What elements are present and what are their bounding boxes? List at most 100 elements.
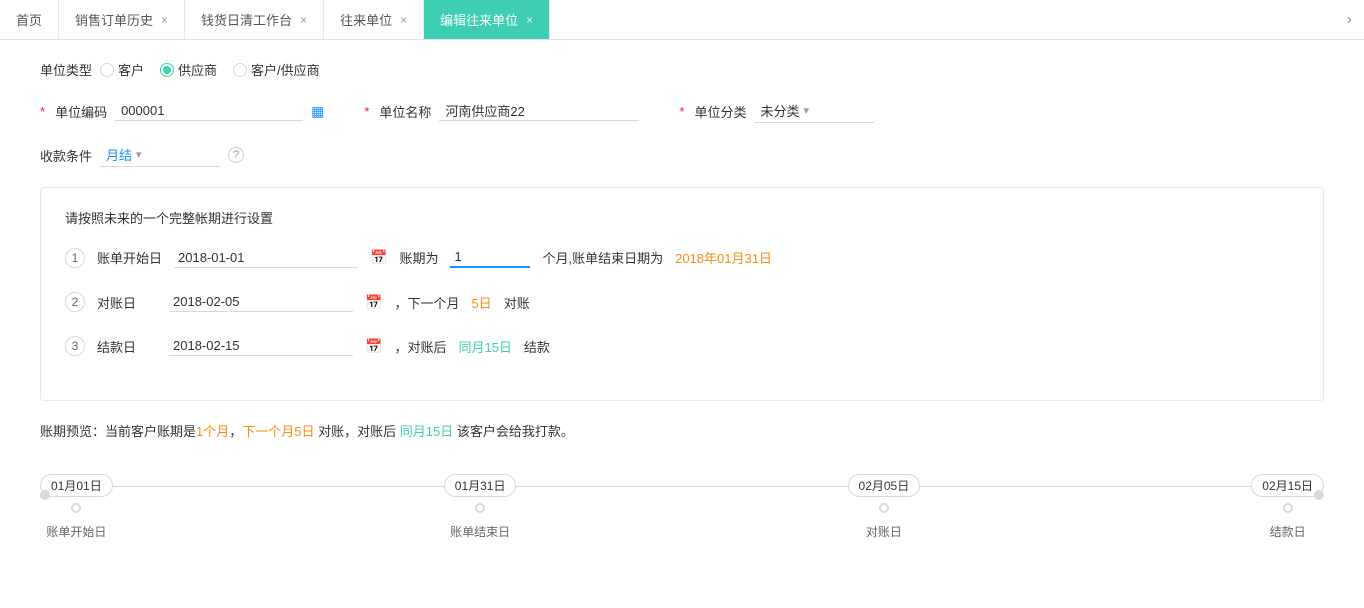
tab-partner-label: 往来单位 bbox=[340, 10, 392, 29]
row-num-1: 1 bbox=[65, 248, 85, 268]
timeline-badge-1: 01月01日 bbox=[40, 474, 113, 497]
end-date-highlight: 2018年01月31日 bbox=[675, 248, 772, 267]
unit-code-field: * 单位编码 ▦ bbox=[40, 101, 324, 121]
unit-code-icon[interactable]: ▦ bbox=[311, 103, 324, 120]
preview-next-date: 下一个月5日 bbox=[242, 424, 314, 439]
payment-row: 收款条件 月结 ▾ ? bbox=[40, 143, 1324, 167]
timeline-item-3: 02月05日 对账日 bbox=[848, 474, 921, 540]
radio-both-label: 客户/供应商 bbox=[251, 60, 320, 79]
preview-middle2: 对账，对账后 bbox=[315, 424, 397, 439]
timeline-dot-3 bbox=[879, 503, 889, 513]
radio-both-circle bbox=[233, 63, 247, 77]
timeline-right-end bbox=[1314, 490, 1324, 500]
radio-customer-circle bbox=[100, 63, 114, 77]
period-desc-suffix: 个月,账单结束日期为 bbox=[542, 248, 663, 267]
row-label-1: 账单开始日 bbox=[97, 248, 162, 267]
tab-edit-partner-label: 编辑往来单位 bbox=[440, 10, 518, 29]
timeline: 01月01日 账单开始日 01月31日 账单结束日 02月05日 对账日 02月… bbox=[40, 464, 1324, 560]
timeline-dot-1 bbox=[71, 503, 81, 513]
unit-type-field: 单位类型 客户 供应商 客户/供应商 bbox=[40, 60, 320, 79]
unit-name-required: * bbox=[364, 104, 369, 119]
timeline-badge-3: 02月05日 bbox=[848, 474, 921, 497]
unit-name-input[interactable] bbox=[439, 101, 639, 121]
tab-sales-history-label: 销售订单历史 bbox=[75, 10, 153, 29]
setting-row-3: 3 结款日 📅 ，对账后 同月15日 结款 bbox=[65, 336, 1299, 356]
tab-partner-close[interactable]: × bbox=[400, 13, 407, 27]
tab-home-label: 首页 bbox=[16, 10, 42, 29]
timeline-label-1: 账单开始日 bbox=[46, 523, 106, 540]
unit-name-label: 单位名称 bbox=[379, 102, 431, 121]
tab-sales-history-close[interactable]: × bbox=[161, 13, 168, 27]
tab-edit-partner-close[interactable]: × bbox=[526, 13, 533, 27]
tab-edit-partner[interactable]: 编辑往来单位 × bbox=[424, 0, 550, 39]
period-desc-prefix: 账期为 bbox=[399, 248, 438, 267]
reconcile-date-input[interactable] bbox=[169, 292, 353, 312]
tab-more-button[interactable]: › bbox=[1335, 11, 1364, 29]
timeline-label-2: 账单结束日 bbox=[450, 523, 510, 540]
payment-cond-select[interactable]: 月结 ▾ bbox=[100, 143, 220, 167]
timeline-items: 01月01日 账单开始日 01月31日 账单结束日 02月05日 对账日 02月… bbox=[40, 474, 1324, 540]
settle-date-icon[interactable]: 📅 bbox=[365, 338, 382, 355]
start-date-icon[interactable]: 📅 bbox=[370, 249, 387, 266]
tab-cash-workbench-label: 钱货日清工作台 bbox=[201, 10, 292, 29]
unit-info-row: * 单位编码 ▦ * 单位名称 * 单位分类 未分类 ▾ bbox=[40, 99, 1324, 123]
settle-highlight: 同月15日 bbox=[458, 337, 511, 356]
unit-classify-arrow: ▾ bbox=[803, 104, 809, 117]
row-label-3: 结款日 bbox=[97, 337, 157, 356]
preview-settle-date: 同月15日 bbox=[400, 424, 453, 439]
timeline-item-1: 01月01日 账单开始日 bbox=[40, 474, 113, 540]
settle-desc-prefix: ，对账后 bbox=[394, 337, 446, 356]
radio-supplier-label: 供应商 bbox=[178, 60, 217, 79]
radio-supplier-circle bbox=[160, 63, 174, 77]
help-icon[interactable]: ? bbox=[228, 147, 244, 163]
unit-classify-label: 单位分类 bbox=[694, 102, 746, 121]
setting-row-1: 1 账单开始日 📅 账期为 个月,账单结束日期为 2018年01月31日 bbox=[65, 247, 1299, 268]
reconcile-date-icon[interactable]: 📅 bbox=[365, 294, 382, 311]
tab-cash-workbench[interactable]: 钱货日清工作台 × bbox=[185, 0, 324, 39]
preview-section: 账期预览：当前客户账期是1个月，下一个月5日 对账，对账后 同月15日 该客户会… bbox=[40, 421, 1324, 440]
unit-classify-field: * 单位分类 未分类 ▾ bbox=[679, 99, 874, 123]
unit-type-row: 单位类型 客户 供应商 客户/供应商 bbox=[40, 60, 1324, 79]
radio-both[interactable]: 客户/供应商 bbox=[233, 60, 320, 79]
period-input[interactable] bbox=[450, 247, 530, 268]
payment-cond-field: 收款条件 月结 ▾ ? bbox=[40, 143, 244, 167]
unit-code-required: * bbox=[40, 104, 45, 119]
unit-classify-select[interactable]: 未分类 ▾ bbox=[754, 99, 874, 123]
reconcile-desc-suffix: 对账 bbox=[504, 293, 530, 312]
unit-name-field: * 单位名称 bbox=[364, 101, 639, 121]
settle-date-input[interactable] bbox=[169, 336, 353, 356]
start-date-input[interactable] bbox=[174, 248, 358, 268]
tab-partner[interactable]: 往来单位 × bbox=[324, 0, 424, 39]
tab-sales-history[interactable]: 销售订单历史 × bbox=[59, 0, 185, 39]
radio-supplier[interactable]: 供应商 bbox=[160, 60, 217, 79]
radio-group: 客户 供应商 客户/供应商 bbox=[100, 60, 320, 79]
unit-code-input[interactable] bbox=[115, 101, 303, 121]
settle-desc-suffix: 结款 bbox=[524, 337, 550, 356]
unit-classify-required: * bbox=[679, 104, 684, 119]
preview-prefix: 账期预览：当前客户账期是 bbox=[40, 424, 196, 439]
tab-cash-workbench-close[interactable]: × bbox=[300, 13, 307, 27]
row-num-2: 2 bbox=[65, 292, 85, 312]
reconcile-desc-prefix: ，下一个月 bbox=[394, 293, 459, 312]
timeline-dot-4 bbox=[1283, 503, 1293, 513]
main-content: 单位类型 客户 供应商 客户/供应商 * 单位编码 bbox=[0, 40, 1364, 608]
tab-home[interactable]: 首页 bbox=[0, 0, 59, 39]
preview-suffix: 该客户会给我打款。 bbox=[453, 424, 574, 439]
unit-type-label: 单位类型 bbox=[40, 60, 92, 79]
timeline-item-2: 01月31日 账单结束日 bbox=[444, 474, 517, 540]
preview-period: 1个月 bbox=[196, 424, 229, 439]
setting-row-2: 2 对账日 📅 ，下一个月5日 对账 bbox=[65, 292, 1299, 312]
unit-classify-value: 未分类 bbox=[760, 101, 799, 120]
settings-section: 请按照未来的一个完整帐期进行设置 1 账单开始日 📅 账期为 个月,账单结束日期… bbox=[40, 187, 1324, 401]
unit-code-label: 单位编码 bbox=[55, 102, 107, 121]
timeline-item-4: 02月15日 结款日 bbox=[1251, 474, 1324, 540]
preview-middle1: ， bbox=[229, 424, 242, 439]
payment-cond-label: 收款条件 bbox=[40, 146, 92, 165]
tabs-bar: 首页 销售订单历史 × 钱货日清工作台 × 往来单位 × 编辑往来单位 × › bbox=[0, 0, 1364, 40]
row-label-2: 对账日 bbox=[97, 293, 157, 312]
row-num-3: 3 bbox=[65, 336, 85, 356]
radio-customer-label: 客户 bbox=[118, 60, 144, 79]
section-title: 请按照未来的一个完整帐期进行设置 bbox=[65, 208, 1299, 227]
timeline-label-3: 对账日 bbox=[866, 523, 902, 540]
radio-customer[interactable]: 客户 bbox=[100, 60, 144, 79]
